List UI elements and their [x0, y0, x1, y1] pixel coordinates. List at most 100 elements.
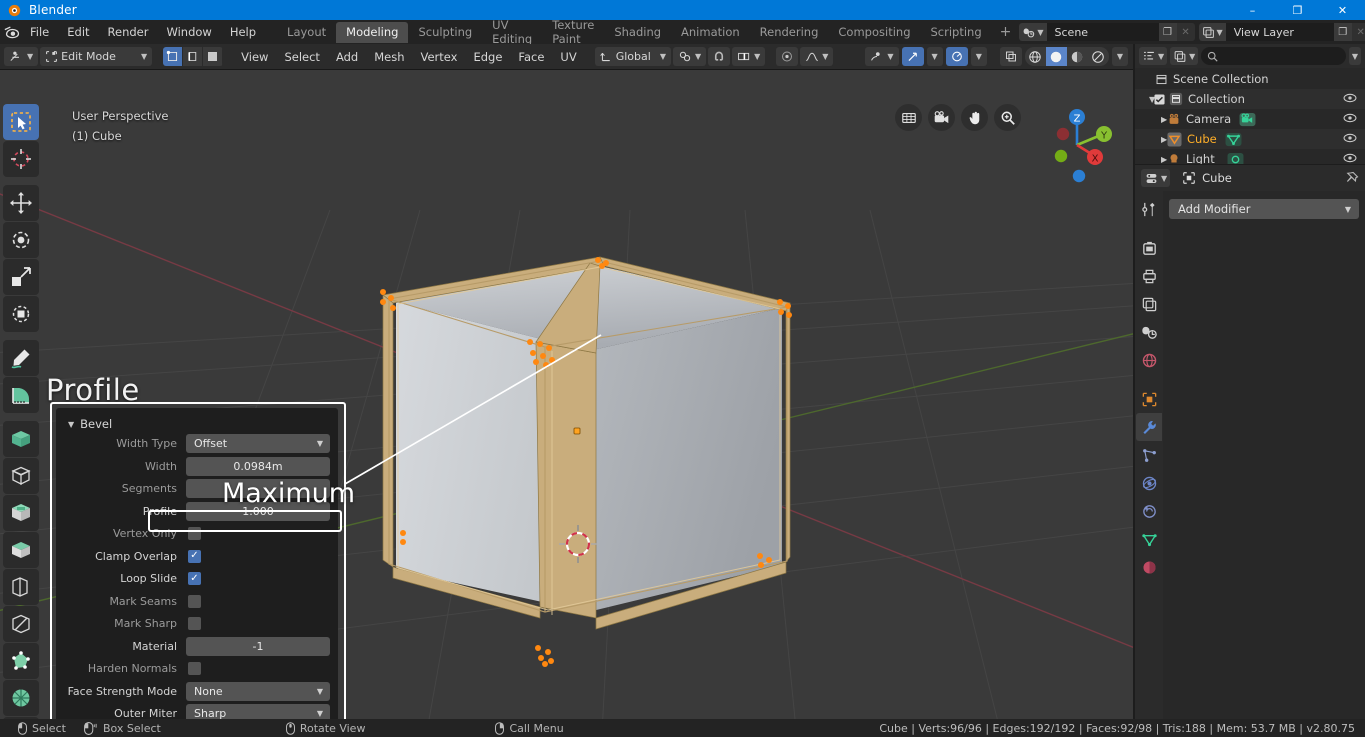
view-layer-icon[interactable]: ▼ [1198, 23, 1226, 41]
bevel-panel-header[interactable]: ▼ Bevel [64, 414, 330, 434]
remove-view-layer-button[interactable]: ✕ [1351, 23, 1365, 41]
shading-options-selector[interactable]: ▼ [1111, 47, 1128, 66]
width-type-dropdown[interactable]: Offset ▼ [186, 434, 330, 453]
harden-normals-checkbox[interactable] [188, 662, 201, 675]
viewport-menu-add[interactable]: Add [329, 47, 365, 67]
viewport-menu-face[interactable]: Face [511, 47, 551, 67]
add-modifier-button[interactable]: Add Modifier ▼ [1169, 199, 1359, 219]
overlay-options-selector[interactable]: ▼ [970, 47, 987, 66]
inset-faces-tool[interactable] [3, 495, 39, 531]
edge-select-icon[interactable] [183, 47, 204, 66]
loop-cut-tool[interactable] [3, 569, 39, 605]
pin-icon[interactable] [1344, 171, 1359, 186]
constraints-tab[interactable] [1136, 497, 1162, 525]
pivot-point-selector[interactable]: ▼ [672, 47, 707, 66]
scene-name[interactable]: Scene [1046, 23, 1159, 41]
physics-tab[interactable] [1136, 469, 1162, 497]
move-tool[interactable] [3, 185, 39, 221]
transform-orientation-selector[interactable]: Global ▼ [594, 47, 671, 66]
outliner-filter-icon[interactable]: ▼ [1170, 47, 1199, 65]
properties-editor-icon[interactable]: ▼ [1141, 169, 1171, 187]
disclosure-triangle-icon[interactable]: ▼ [1141, 95, 1155, 104]
vertex-only-checkbox[interactable] [188, 527, 201, 540]
gizmo-options-selector[interactable]: ▼ [926, 47, 943, 66]
knife-tool[interactable] [3, 606, 39, 642]
transform-tool[interactable] [3, 296, 39, 332]
workspace-tab-scripting[interactable]: Scripting [921, 22, 992, 43]
xray-toggle-icon[interactable] [999, 47, 1022, 66]
workspace-tab-animation[interactable]: Animation [671, 22, 750, 43]
workspace-tab-shading[interactable]: Shading [604, 22, 671, 43]
view-layer-name[interactable]: View Layer [1225, 23, 1334, 41]
viewport-menu-view[interactable]: View [234, 47, 275, 67]
solid-shading-icon[interactable] [1045, 47, 1067, 66]
add-workspace-button[interactable]: + [992, 24, 1020, 40]
spin-tool[interactable] [3, 680, 39, 716]
menu-window[interactable]: Window [157, 22, 220, 42]
outliner-display-mode-icon[interactable]: ▼ [1139, 47, 1168, 65]
new-view-layer-button[interactable]: ❐ [1333, 23, 1352, 41]
camera-data-icon[interactable] [1239, 112, 1256, 127]
cursor-tool[interactable] [3, 141, 39, 177]
scene-icon[interactable]: ▼ [1019, 23, 1047, 41]
material-field[interactable]: -1 [186, 636, 330, 656]
outliner-row-light[interactable]: ▶ Light [1135, 149, 1365, 164]
bevel-tool[interactable] [3, 532, 39, 568]
workspace-tab-layout[interactable]: Layout [277, 22, 336, 43]
object-tab[interactable] [1136, 385, 1162, 413]
outliner-row-collection[interactable]: ▼ Collection [1135, 89, 1365, 109]
view-layer-tab[interactable] [1136, 290, 1162, 318]
proportional-falloff-selector[interactable]: ▼ [800, 47, 834, 66]
width-field[interactable]: 0.0984m [186, 456, 330, 476]
viewport-menu-mesh[interactable]: Mesh [367, 47, 411, 67]
menu-render[interactable]: Render [99, 22, 158, 42]
render-tab[interactable] [1136, 234, 1162, 262]
material-tab[interactable] [1136, 553, 1162, 581]
modifier-tab[interactable] [1136, 413, 1162, 441]
data-tab[interactable] [1136, 525, 1162, 553]
mesh-data-icon[interactable] [1225, 132, 1242, 147]
smooth-tool[interactable] [3, 717, 39, 719]
poly-build-tool[interactable] [3, 643, 39, 679]
viewport-menu-edge[interactable]: Edge [466, 47, 509, 67]
viewport-navigation-gizmo[interactable]: Z Y X [1033, 102, 1118, 187]
close-button[interactable]: ✕ [1320, 0, 1365, 20]
outliner-row-scene-collection[interactable]: Scene Collection [1135, 69, 1365, 89]
workspace-tab-rendering[interactable]: Rendering [750, 22, 829, 43]
pan-view-icon[interactable] [961, 104, 988, 131]
editor-type-button[interactable]: ▼ [4, 47, 39, 66]
outliner-filter-settings-button[interactable]: ▼ [1348, 47, 1361, 65]
face-strength-mode-dropdown[interactable]: None ▼ [186, 681, 330, 701]
particles-tab[interactable] [1136, 441, 1162, 469]
light-data-icon[interactable] [1227, 152, 1244, 164]
workspace-tab-modeling[interactable]: Modeling [336, 21, 409, 43]
disclosure-triangle-icon[interactable]: ▶ [1141, 115, 1167, 124]
face-select-icon[interactable] [203, 47, 224, 66]
menu-file[interactable]: File [21, 22, 58, 42]
rotate-tool[interactable] [3, 222, 39, 258]
material-preview-icon[interactable] [1067, 47, 1088, 66]
measure-tool[interactable] [3, 377, 39, 413]
visibility-selector[interactable]: ▼ [865, 47, 899, 66]
workspace-tab-uv-editing[interactable]: UV Editing [482, 18, 542, 46]
toggle-camera-grid-icon[interactable] [895, 104, 922, 131]
workspace-tab-compositing[interactable]: Compositing [828, 22, 920, 43]
outliner-row-cube[interactable]: ▶ Cube [1135, 129, 1365, 149]
disclosure-triangle-icon[interactable]: ▶ [1141, 155, 1167, 164]
viewport-menu-select[interactable]: Select [277, 47, 326, 67]
eye-icon[interactable] [1343, 132, 1357, 144]
vertex-select-icon[interactable] [163, 47, 184, 66]
mark-seams-checkbox[interactable] [188, 594, 201, 608]
tweak-select-box-tool[interactable] [3, 104, 39, 140]
viewport-menu-uv[interactable]: UV [553, 47, 583, 67]
extrude-region-tool[interactable] [3, 458, 39, 494]
workspace-tab-texture-paint[interactable]: Texture Paint [542, 18, 604, 46]
menu-edit[interactable]: Edit [58, 22, 98, 42]
clamp-overlap-checkbox[interactable]: ✓ [188, 549, 201, 563]
rendered-shading-icon[interactable] [1088, 47, 1109, 66]
wireframe-shading-icon[interactable] [1025, 47, 1046, 66]
viewport-canvas[interactable]: User Perspective (1) Cube Z Y X Profile … [0, 70, 1133, 719]
outer-miter-dropdown[interactable]: Sharp ▼ [186, 704, 330, 719]
blender-menu-icon[interactable] [4, 23, 21, 41]
outliner-row-camera[interactable]: ▶ Camera [1135, 109, 1365, 129]
